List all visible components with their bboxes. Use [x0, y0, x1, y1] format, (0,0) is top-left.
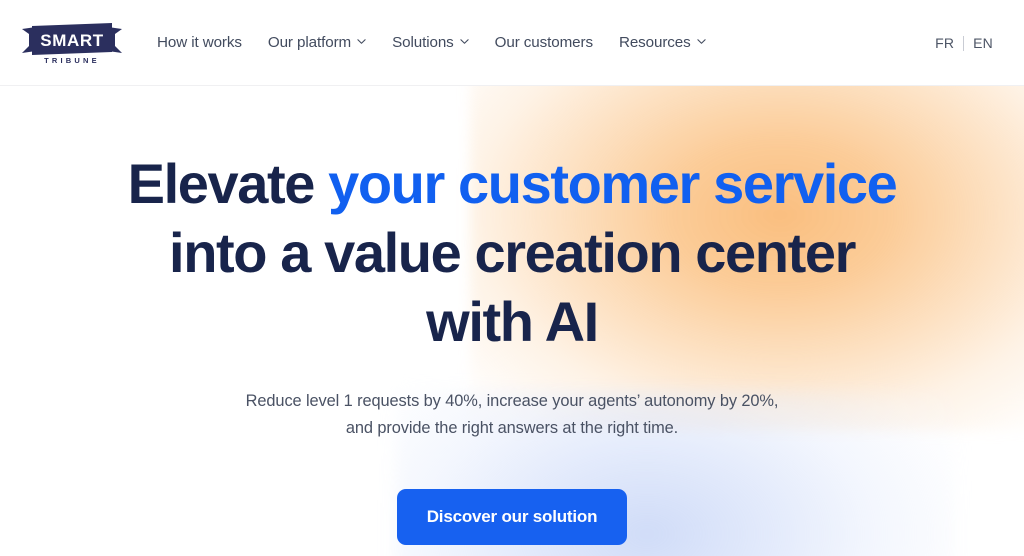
headline-line1-accent: your customer service	[328, 152, 898, 215]
chevron-down-icon	[460, 37, 469, 46]
nav-label: Our customers	[494, 34, 593, 52]
site-header: SMART TRIBUNE How it works Our platform …	[0, 0, 1024, 86]
logo-ribbon-icon: SMART TRIBUNE	[22, 23, 122, 65]
subtitle-line1: Reduce level 1 requests by 40%, increase…	[245, 392, 779, 410]
smart-tribune-logo[interactable]: SMART TRIBUNE	[20, 20, 124, 66]
headline-line3: with AI	[426, 290, 599, 353]
language-option-fr[interactable]: FR	[926, 36, 963, 50]
nav-item-our-customers[interactable]: Our customers	[495, 35, 593, 50]
language-option-en[interactable]: EN	[964, 36, 1002, 50]
chevron-down-icon	[357, 37, 366, 46]
nav-item-solutions[interactable]: Solutions	[392, 34, 469, 52]
svg-text:SMART: SMART	[40, 31, 103, 50]
hero-subtitle: Reduce level 1 requests by 40%, increase…	[192, 388, 832, 442]
discover-our-solution-button[interactable]: Discover our solution	[396, 489, 628, 545]
headline-line2: into a value creation center	[169, 221, 856, 284]
nav-item-how-it-works[interactable]: How it works	[157, 35, 242, 50]
nav-item-resources[interactable]: Resources	[618, 34, 706, 52]
nav-label: How it works	[157, 34, 242, 52]
subtitle-line2: and provide the right answers at the rig…	[345, 419, 679, 437]
headline-line1-dark: Elevate	[127, 152, 329, 215]
chevron-down-icon	[697, 37, 706, 46]
landing-page: SMART TRIBUNE How it works Our platform …	[0, 0, 1024, 556]
svg-text:TRIBUNE: TRIBUNE	[44, 56, 100, 65]
hero-section: Elevate your customer service into a val…	[0, 86, 1024, 556]
nav-label: Resources	[618, 34, 691, 52]
language-switcher: FR EN	[926, 0, 1002, 86]
cta-container: Discover our solution	[0, 489, 1024, 545]
nav-label: Our platform	[267, 34, 352, 52]
nav-label: Solutions	[392, 34, 454, 52]
main-navigation: How it works Our platform Solutions Our …	[157, 0, 706, 86]
page-title: Elevate your customer service into a val…	[72, 149, 952, 356]
nav-item-our-platform[interactable]: Our platform	[267, 34, 366, 52]
